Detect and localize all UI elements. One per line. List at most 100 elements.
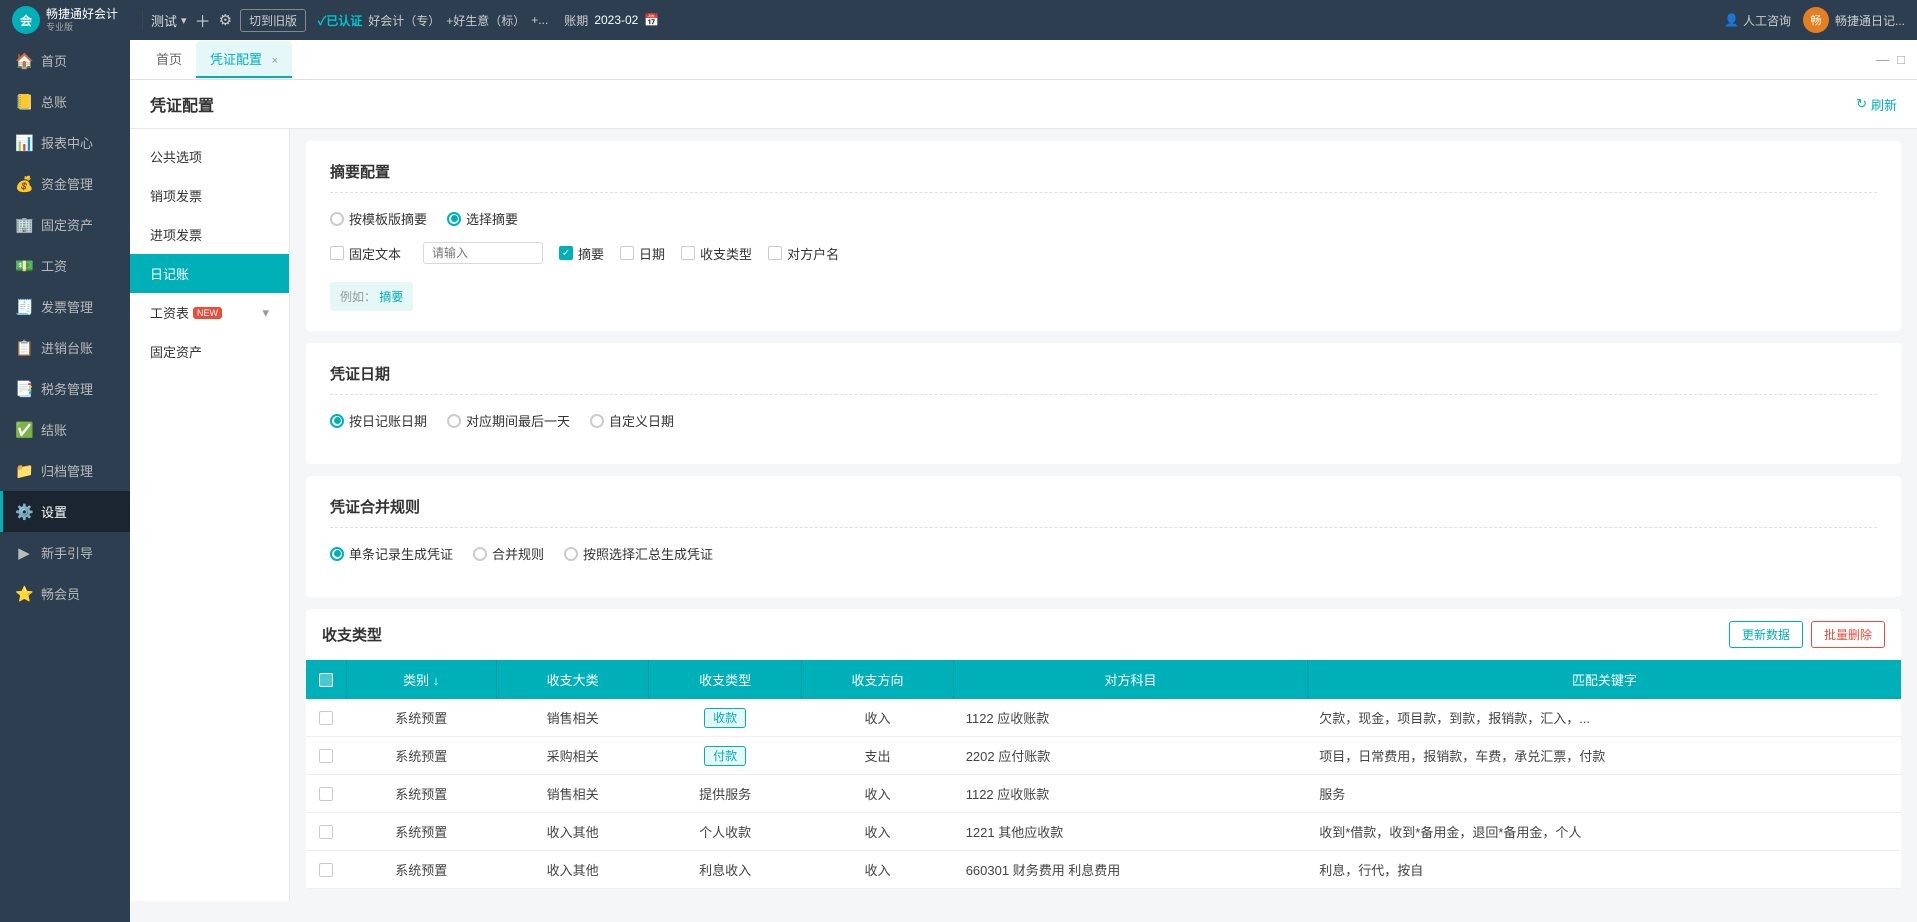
- settle-icon: ✅: [15, 421, 33, 439]
- radio-select-summary[interactable]: 选择摘要: [447, 209, 518, 228]
- maximize-icon[interactable]: □: [1897, 52, 1905, 67]
- checkbox-counterparty[interactable]: 对方户名: [768, 244, 839, 263]
- checkbox-box-payment-type: [681, 246, 695, 260]
- radio-custom-date[interactable]: 自定义日期: [590, 411, 674, 430]
- sidebar-item-asset[interactable]: 🏢 固定资产: [0, 204, 130, 245]
- radio-template-summary[interactable]: 按模板版摘要: [330, 209, 427, 228]
- radio-merge-rule[interactable]: 合并规则: [473, 544, 544, 563]
- sidebar-item-ledger[interactable]: 📒 总账: [0, 81, 130, 122]
- home-icon: 🏠: [15, 52, 33, 70]
- minimize-icon[interactable]: —: [1876, 52, 1889, 67]
- checkbox-date[interactable]: 日期: [620, 244, 665, 263]
- sidebar-item-report[interactable]: 📊 报表中心: [0, 122, 130, 163]
- checkbox-payment-type[interactable]: 收支类型: [681, 244, 752, 263]
- checkbox-fixed-text[interactable]: 固定文本: [330, 244, 401, 263]
- row-major-type-0: 销售相关: [496, 699, 648, 737]
- payment-type-tag-0[interactable]: 收款: [704, 708, 746, 728]
- row-category-4: 系统预置: [346, 851, 496, 889]
- summary-section-title: 摘要配置: [330, 161, 1877, 193]
- radio-circle-single: [330, 547, 344, 561]
- sidebar-item-settle[interactable]: ✅ 结账: [0, 409, 130, 450]
- add-icon[interactable]: ＋: [195, 8, 211, 32]
- person-icon: 👤: [1724, 13, 1739, 27]
- fixed-text-input[interactable]: [423, 242, 543, 264]
- sidebar-item-salary[interactable]: 💵 工资: [0, 245, 130, 286]
- update-data-btn[interactable]: 更新数据: [1729, 621, 1803, 648]
- sidebar-item-home[interactable]: 🏠 首页: [0, 40, 130, 81]
- settings-sidebar-icon: ⚙️: [15, 503, 33, 521]
- user-info[interactable]: 畅 畅捷通日记...: [1803, 7, 1905, 33]
- row-direction-1: 支出: [801, 737, 953, 775]
- sidebar-item-member[interactable]: ⭐ 畅会员: [0, 573, 130, 614]
- row-checkbox-1[interactable]: [306, 737, 346, 775]
- top-right: 👤 人工咨询 畅 畅捷通日记...: [1724, 7, 1905, 33]
- payment-type-tag-1[interactable]: 付款: [704, 746, 746, 766]
- radio-circle-journal-date: [330, 414, 344, 428]
- sidebar-item-invoice[interactable]: 🧾 发票管理: [0, 286, 130, 327]
- summary-checkbox-group: 固定文本 ✓ 摘要 日期: [330, 242, 1877, 264]
- sidebar-item-settings[interactable]: ⚙️ 设置: [0, 491, 130, 532]
- row-checkbox-2[interactable]: [306, 775, 346, 813]
- invoice-icon: 🧾: [15, 298, 33, 316]
- top-dropdown-icon[interactable]: ▾: [181, 14, 187, 27]
- tab-close-icon[interactable]: ×: [272, 55, 278, 67]
- help-btn[interactable]: 👤 人工咨询: [1724, 12, 1791, 29]
- radio-circle-custom-date: [590, 414, 604, 428]
- settings-icon[interactable]: ⚙: [219, 11, 232, 29]
- sidebar-item-purchase[interactable]: 📋 进销台账: [0, 327, 130, 368]
- table-header-row: 收支类型 更新数据 批量删除: [306, 609, 1901, 660]
- row-direction-3: 收入: [801, 813, 953, 851]
- row-check-1[interactable]: [319, 749, 333, 763]
- top-actions: ＋ ⚙ 切到旧版: [195, 8, 306, 32]
- tab-voucher-config[interactable]: 凭证配置 ×: [196, 41, 292, 78]
- radio-period-last[interactable]: 对应期间最后一天: [447, 411, 570, 430]
- row-check-0[interactable]: [319, 711, 333, 725]
- tab-home[interactable]: 首页: [142, 41, 196, 78]
- table-row: 系统预置 销售相关 收款 收入 1122 应收账款 欠款，现金，项目款，到款，报…: [306, 699, 1901, 737]
- sidebar-item-tax[interactable]: 📑 税务管理: [0, 368, 130, 409]
- col-category: 类别 ↓: [346, 660, 496, 699]
- row-check-2[interactable]: [319, 787, 333, 801]
- voucher-date-radio-group: 按日记账日期 对应期间最后一天 自定义日期: [330, 411, 1877, 430]
- sub-sidebar-item-sales-invoice[interactable]: 销项发票: [130, 176, 289, 215]
- col-major-type: 收支大类: [496, 660, 648, 699]
- radio-single-record[interactable]: 单条记录生成凭证: [330, 544, 453, 563]
- sub-sidebar-item-public[interactable]: 公共选项: [130, 137, 289, 176]
- col-checkbox[interactable]: [306, 660, 346, 699]
- row-payment-type-2: 提供服务: [649, 775, 801, 813]
- logo-text: 畅捷通好会计 专业版: [46, 7, 118, 32]
- batch-delete-btn[interactable]: 批量删除: [1811, 621, 1885, 648]
- payment-types-section: 收支类型 更新数据 批量删除: [306, 609, 1901, 889]
- radio-select-total[interactable]: 按照选择汇总生成凭证: [564, 544, 713, 563]
- row-category-0: 系统预置: [346, 699, 496, 737]
- sub-sidebar-item-fixed-assets[interactable]: 固定资产: [130, 332, 289, 371]
- row-check-4[interactable]: [319, 863, 333, 877]
- row-checkbox-3[interactable]: [306, 813, 346, 851]
- sidebar-item-archive[interactable]: 📁 归档管理: [0, 450, 130, 491]
- report-icon: 📊: [15, 134, 33, 152]
- row-subject-4: 660301 财务费用 利息费用: [954, 851, 1308, 889]
- sidebar-item-capital[interactable]: 💰 资金管理: [0, 163, 130, 204]
- refresh-btn[interactable]: ↻ 刷新: [1856, 95, 1897, 114]
- sub-sidebar-item-journal[interactable]: 日记账: [130, 254, 289, 293]
- calendar-icon[interactable]: 📅: [644, 13, 659, 27]
- row-subject-2: 1122 应收账款: [954, 775, 1308, 813]
- row-checkbox-4[interactable]: [306, 851, 346, 889]
- asset-icon: 🏢: [15, 216, 33, 234]
- voucher-date-section: 凭证日期 按日记账日期 对应期间最后一天: [306, 343, 1901, 464]
- row-check-3[interactable]: [319, 825, 333, 839]
- sidebar-item-guide[interactable]: ▶ 新手引导: [0, 532, 130, 573]
- ledger-icon: 📒: [15, 93, 33, 111]
- good-business-status: +好生意（标）: [446, 12, 525, 29]
- sub-sidebar-item-payroll[interactable]: 工资表 NEW ▾: [130, 293, 289, 332]
- app-logo: 会 畅捷通好会计 专业版: [12, 6, 118, 34]
- checkbox-summary[interactable]: ✓ 摘要: [559, 244, 604, 263]
- sub-sidebar-item-purchase-invoice[interactable]: 进项发票: [130, 215, 289, 254]
- select-all-checkbox[interactable]: [319, 673, 333, 687]
- table-row: 系统预置 收入其他 利息收入 收入 660301 财务费用 利息费用 利息，行代…: [306, 851, 1901, 889]
- switch-old-btn[interactable]: 切到旧版: [240, 9, 306, 32]
- salary-icon: 💵: [15, 257, 33, 275]
- row-checkbox-0[interactable]: [306, 699, 346, 737]
- radio-journal-date[interactable]: 按日记账日期: [330, 411, 427, 430]
- main-content: 公共选项 销项发票 进项发票 日记账 工资表 NEW: [130, 129, 1917, 922]
